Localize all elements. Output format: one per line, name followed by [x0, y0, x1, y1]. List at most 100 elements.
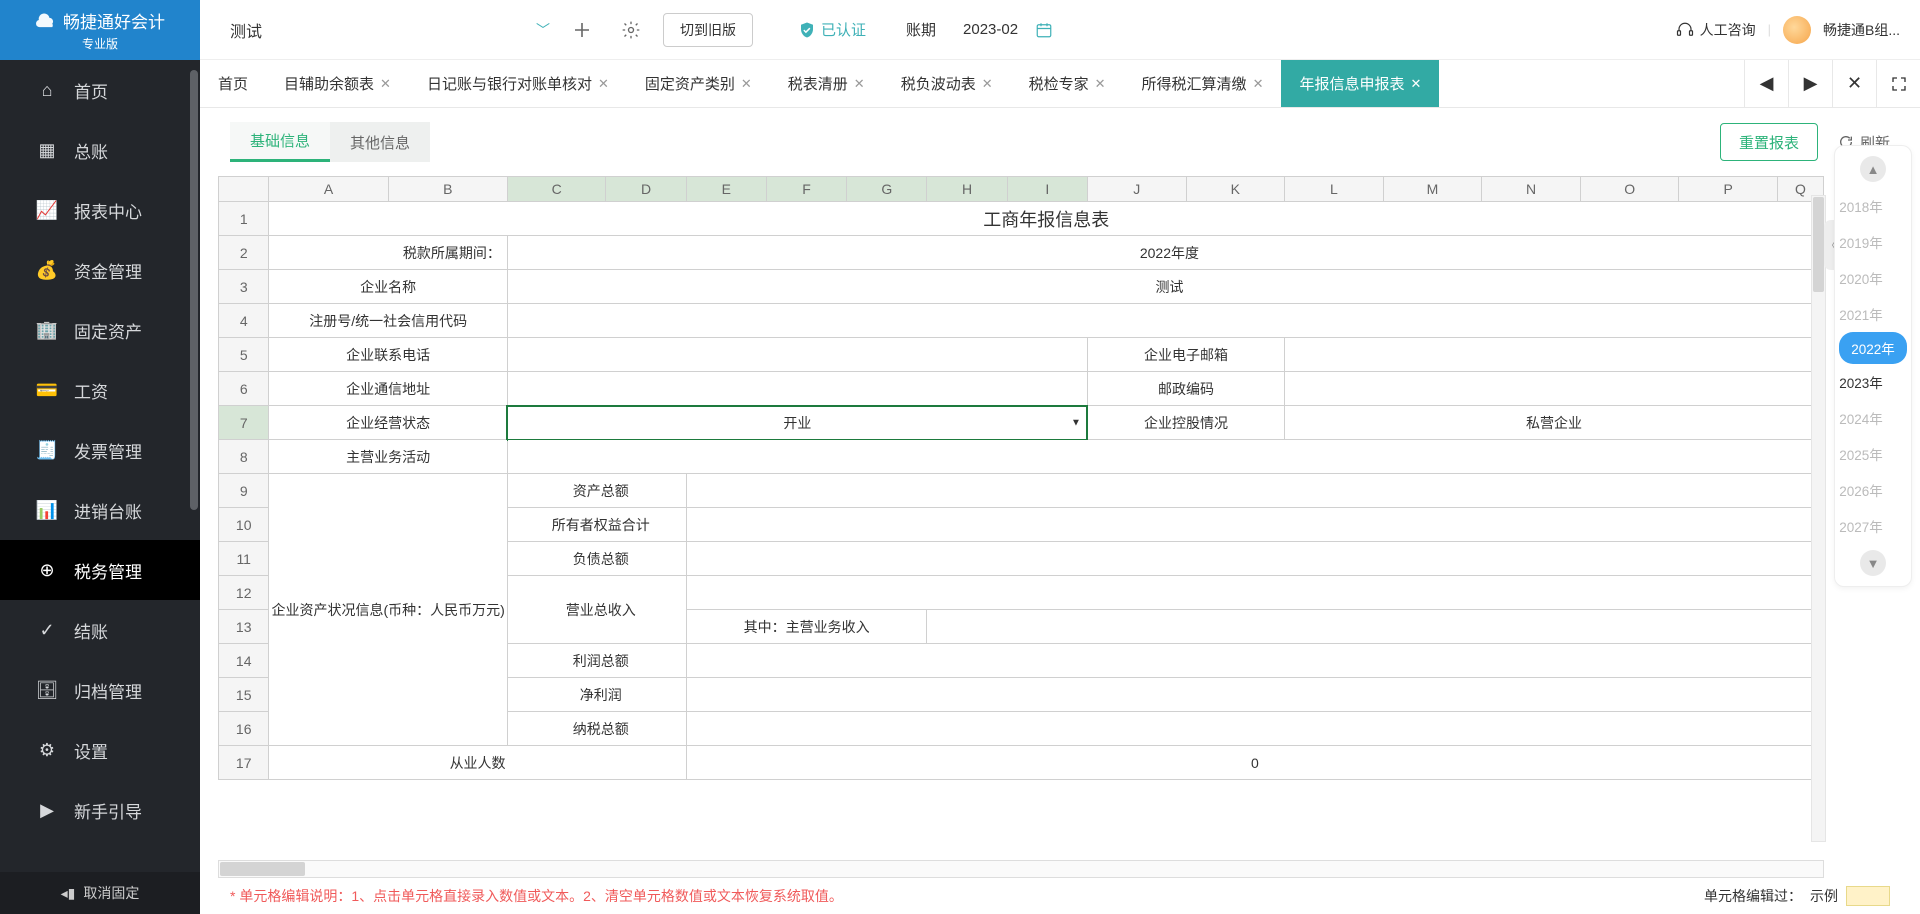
sidebar-item-5[interactable]: 💳工资	[0, 360, 200, 420]
sidebar-item-4[interactable]: 🏢固定资产	[0, 300, 200, 360]
tabs-prev-button[interactable]: ◀	[1744, 60, 1788, 107]
row-header-6[interactable]: 6	[219, 372, 269, 406]
close-icon[interactable]: ✕	[1410, 76, 1421, 92]
sidebar-scrollbar[interactable]	[190, 70, 198, 510]
switch-old-button[interactable]: 切到旧版	[663, 13, 753, 47]
col-header-E[interactable]: E	[686, 177, 766, 202]
sidebar-item-8[interactable]: ⊕税务管理	[0, 540, 200, 600]
col-header-L[interactable]: L	[1285, 177, 1384, 202]
tab-5[interactable]: 税负波动表✕	[883, 60, 1011, 107]
cell-label[interactable]: 所有者权益合计	[507, 508, 686, 542]
col-header-N[interactable]: N	[1482, 177, 1581, 202]
cell-label[interactable]: 净利润	[507, 678, 686, 712]
row-header-14[interactable]: 14	[219, 644, 269, 678]
subtab-other[interactable]: 其他信息	[330, 122, 430, 162]
cell[interactable]	[507, 372, 1087, 406]
sidebar-item-3[interactable]: 💰资金管理	[0, 240, 200, 300]
tab-6[interactable]: 税检专家✕	[1011, 60, 1124, 107]
cell[interactable]	[686, 508, 1823, 542]
cell-label[interactable]: 纳税总额	[507, 712, 686, 746]
tab-2[interactable]: 日记账与银行对账单核对✕	[409, 60, 627, 107]
row-header-1[interactable]: 1	[219, 202, 269, 236]
add-button[interactable]	[565, 13, 599, 47]
cell-label[interactable]: 营业总收入	[507, 576, 686, 644]
row-header-2[interactable]: 2	[219, 236, 269, 270]
close-icon[interactable]: ✕	[982, 76, 993, 92]
year-option[interactable]: 2027年	[1839, 508, 1907, 544]
col-header-G[interactable]: G	[847, 177, 927, 202]
year-option[interactable]: 2019年	[1839, 224, 1907, 260]
col-header-B[interactable]: B	[388, 177, 507, 202]
year-option[interactable]: 2020年	[1839, 260, 1907, 296]
cell-value[interactable]: 私营企业	[1285, 406, 1824, 440]
close-icon[interactable]: ✕	[854, 76, 865, 92]
row-header-12[interactable]: 12	[219, 576, 269, 610]
unpin-button[interactable]: ◂▮ 取消固定	[0, 872, 200, 914]
col-header-C[interactable]: C	[507, 177, 606, 202]
cell[interactable]	[1285, 338, 1824, 372]
cell-value[interactable]: 2022年度	[507, 236, 1823, 270]
cell-label[interactable]: 税款所属期间：	[269, 236, 507, 270]
cell-label[interactable]: 利润总额	[507, 644, 686, 678]
year-option[interactable]: 2024年	[1839, 400, 1907, 436]
col-header-D[interactable]: D	[606, 177, 686, 202]
vscroll-thumb[interactable]	[1813, 197, 1824, 292]
year-option[interactable]: 2018年	[1839, 188, 1907, 224]
year-option[interactable]: 2025年	[1839, 436, 1907, 472]
tab-1[interactable]: 目辅助余额表✕	[266, 60, 409, 107]
reset-button[interactable]: 重置报表	[1720, 123, 1818, 161]
col-header-O[interactable]: O	[1580, 177, 1679, 202]
col-header-A[interactable]: A	[269, 177, 388, 202]
sidebar-item-10[interactable]: 🗄归档管理	[0, 660, 200, 720]
cell-label[interactable]: 企业通信地址	[269, 372, 507, 406]
year-option[interactable]: 2026年	[1839, 472, 1907, 508]
tabs-next-button[interactable]: ▶	[1788, 60, 1832, 107]
sidebar-item-9[interactable]: ✓结账	[0, 600, 200, 660]
hscroll-thumb[interactable]	[220, 862, 305, 876]
cell[interactable]	[686, 644, 1823, 678]
dropdown-arrow-icon[interactable]: ▼	[1071, 417, 1081, 428]
cell[interactable]	[507, 304, 1823, 338]
cell[interactable]	[507, 338, 1087, 372]
row-header-11[interactable]: 11	[219, 542, 269, 576]
sidebar-item-2[interactable]: 📈报表中心	[0, 180, 200, 240]
cell-label[interactable]: 企业联系电话	[269, 338, 507, 372]
cell-label[interactable]: 其中：主营业务收入	[686, 610, 927, 644]
year-down-button[interactable]: ▼	[1860, 550, 1886, 576]
cell-value[interactable]: 测试	[507, 270, 1823, 304]
row-header-8[interactable]: 8	[219, 440, 269, 474]
vertical-scrollbar[interactable]	[1811, 195, 1826, 842]
tab-3[interactable]: 固定资产类别✕	[627, 60, 770, 107]
cell-label[interactable]: 企业电子邮箱	[1087, 338, 1284, 372]
username[interactable]: 畅捷通B组...	[1823, 20, 1900, 40]
cell[interactable]	[927, 610, 1824, 644]
col-header-M[interactable]: M	[1383, 177, 1482, 202]
cell[interactable]	[1285, 372, 1824, 406]
close-icon[interactable]: ✕	[598, 76, 609, 92]
cell-label[interactable]: 企业名称	[269, 270, 507, 304]
horizontal-scrollbar[interactable]	[218, 860, 1824, 878]
row-header-16[interactable]: 16	[219, 712, 269, 746]
row-header-7[interactable]: 7	[219, 406, 269, 440]
close-icon[interactable]: ✕	[1095, 76, 1106, 92]
sheet-corner[interactable]	[219, 177, 269, 202]
sidebar-item-12[interactable]: ▶新手引导	[0, 780, 200, 840]
col-header-J[interactable]: J	[1087, 177, 1186, 202]
calendar-icon[interactable]	[1027, 13, 1061, 47]
cell[interactable]	[686, 474, 1823, 508]
sidebar-item-6[interactable]: 🧾发票管理	[0, 420, 200, 480]
spreadsheet[interactable]: ABCDEFGHIJKLMNOPQ1工商年报信息表2税款所属期间：2022年度3…	[218, 176, 1824, 858]
tab-4[interactable]: 税表清册✕	[770, 60, 883, 107]
tab-0[interactable]: 首页	[200, 60, 266, 107]
cell-label[interactable]: 企业经营状态	[269, 406, 507, 440]
cell-label[interactable]: 从业人数	[269, 746, 686, 780]
cell-label[interactable]: 负债总额	[507, 542, 686, 576]
col-header-K[interactable]: K	[1186, 177, 1285, 202]
avatar[interactable]	[1783, 16, 1811, 44]
year-up-button[interactable]: ▲	[1860, 156, 1886, 182]
subtab-basic[interactable]: 基础信息	[230, 122, 330, 162]
tab-8[interactable]: 年报信息申报表✕	[1281, 60, 1439, 107]
consult-link[interactable]: 人工咨询	[1676, 20, 1756, 40]
row-header-17[interactable]: 17	[219, 746, 269, 780]
selected-cell-dropdown[interactable]: 开业▼	[507, 406, 1087, 440]
